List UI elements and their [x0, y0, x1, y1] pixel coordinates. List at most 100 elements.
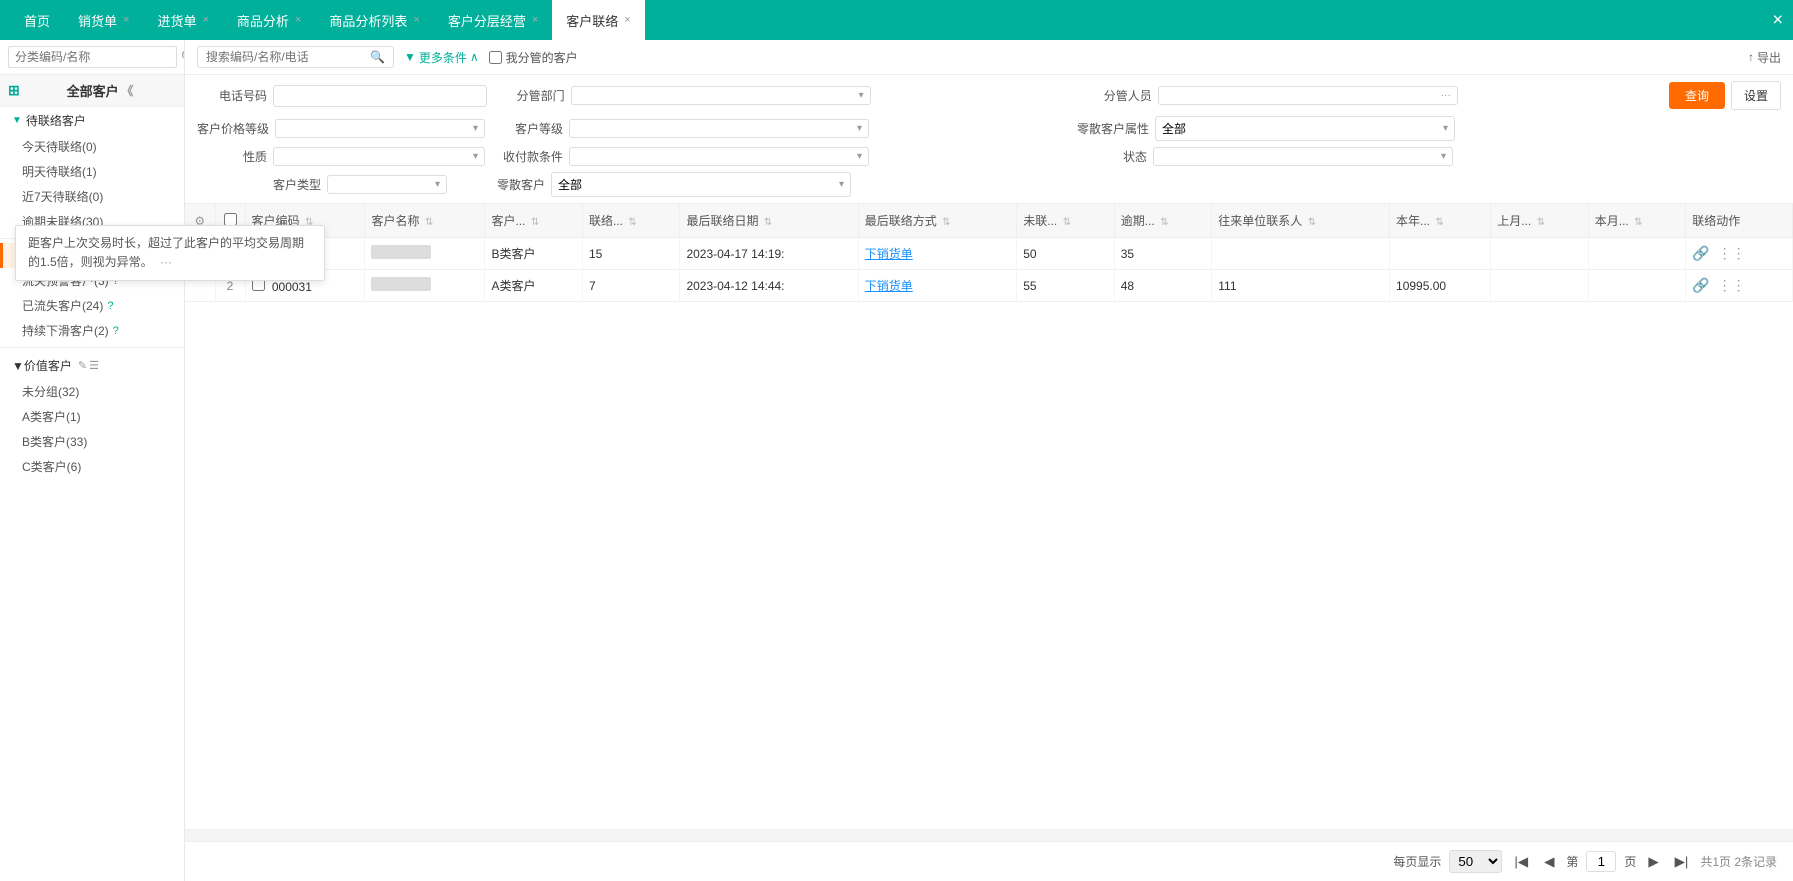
customer-type-select[interactable]: ▾	[327, 175, 447, 194]
contact-method-link[interactable]: 下销货单	[865, 247, 913, 261]
tab-customer-layered[interactable]: 客户分层经营 ×	[434, 0, 552, 40]
tab-purchase-order[interactable]: 进货单 ×	[143, 0, 222, 40]
sidebar-item-declining[interactable]: 持续下滑客户(2) ?	[0, 318, 184, 343]
filter-row-4: 客户类型 ▾ 零散客户 全部 ▾	[197, 172, 1781, 197]
sidebar-search-input[interactable]	[8, 46, 177, 68]
customer-name-blurred2	[371, 277, 431, 291]
query-button[interactable]: 查询	[1669, 82, 1725, 109]
status-field: 状态 ▾	[1077, 147, 1653, 166]
tab-sales-order[interactable]: 销货单 ×	[64, 0, 143, 40]
already-lost-help-icon[interactable]: ?	[107, 300, 113, 312]
export-button[interactable]: ↑ 导出	[1748, 49, 1781, 66]
status-select[interactable]: ▾	[1153, 147, 1453, 166]
row-last-contact-method2: 下销货单	[858, 270, 1017, 302]
row-customer-type: B类客户	[485, 238, 583, 270]
gender-select[interactable]: ▾	[273, 147, 485, 166]
edit-icon[interactable]: ✎	[78, 359, 87, 372]
link-action-icon[interactable]: 🔗	[1692, 245, 1709, 262]
my-customer-checkbox-area[interactable]: 我分管的客户	[489, 49, 578, 66]
select-all-checkbox[interactable]	[224, 213, 237, 226]
main-layout: 🔍 ⊞ 全部客户 《 ▼ 待联络客户 今天待联络(0) 明天待联络(1) 近7天…	[0, 40, 1793, 881]
dept-select[interactable]: ▾	[571, 86, 871, 105]
col-this-year: 本年... ⇅	[1390, 204, 1491, 238]
per-page-label: 每页显示	[1393, 853, 1441, 870]
sort-icon9[interactable]: ⇅	[1308, 217, 1316, 228]
sort-icon7[interactable]: ⇅	[1063, 217, 1071, 228]
window-close-button[interactable]: ×	[1772, 10, 1783, 31]
row-name	[365, 238, 485, 270]
row-last-month	[1491, 238, 1589, 270]
search-input[interactable]	[206, 50, 366, 64]
tab-close-icon[interactable]: ×	[413, 14, 419, 26]
tab-home[interactable]: 首页	[10, 0, 64, 40]
sidebar-collapse-button[interactable]: 《	[121, 82, 176, 99]
sort-icon2[interactable]: ⇅	[425, 217, 433, 228]
row-this-year	[1390, 238, 1491, 270]
more-action-icon2[interactable]: ⋮⋮	[1718, 277, 1746, 294]
sort-icon12[interactable]: ⇅	[1634, 217, 1642, 228]
tab-close-icon[interactable]: ×	[202, 14, 208, 26]
link-action-icon2[interactable]: 🔗	[1692, 277, 1709, 294]
last-page-button[interactable]: ▶|	[1671, 852, 1693, 872]
sort-icon11[interactable]: ⇅	[1537, 217, 1545, 228]
sidebar-item-unclassified[interactable]: 未分组(32)	[0, 379, 184, 404]
manager-select[interactable]: ···	[1158, 86, 1458, 105]
sort-icon5[interactable]: ⇅	[764, 217, 772, 228]
tab-close-icon[interactable]: ×	[295, 14, 301, 26]
sidebar-item-7days[interactable]: 近7天待联络(0)	[0, 184, 184, 209]
search-icon[interactable]: 🔍	[370, 50, 385, 64]
price-level-select[interactable]: ▾	[275, 119, 485, 138]
tab-product-analysis-list[interactable]: 商品分析列表 ×	[315, 0, 433, 40]
sidebar-item-tomorrow[interactable]: 明天待联络(1)	[0, 159, 184, 184]
retail-customer-select[interactable]: 全部 ▾	[551, 172, 851, 197]
tab-product-analysis[interactable]: 商品分析 ×	[223, 0, 315, 40]
filter-bar: 🔍 ▼ 更多条件 ∧ 我分管的客户 ↑ 导出	[185, 40, 1793, 75]
pending-contact-group[interactable]: ▼ 待联络客户	[0, 107, 184, 134]
more-conditions-button[interactable]: ▼ 更多条件 ∧	[404, 49, 479, 66]
sort-icon6[interactable]: ⇅	[942, 217, 950, 228]
value-customer-group[interactable]: ▼ 价值客户 ✎ ☰	[0, 352, 184, 379]
row-actions2: 🔗 ⋮⋮	[1686, 270, 1793, 302]
declining-help-icon[interactable]: ?	[113, 325, 119, 337]
sort-icon8[interactable]: ⇅	[1160, 217, 1168, 228]
sort-icon3[interactable]: ⇅	[531, 217, 539, 228]
tab-customer-contact[interactable]: 客户联络 ×	[552, 0, 644, 40]
next-page-button[interactable]: ▶	[1644, 852, 1662, 872]
tab-close-icon[interactable]: ×	[624, 14, 630, 26]
payment-select[interactable]: ▾	[569, 147, 869, 166]
phone-input[interactable]	[273, 85, 487, 107]
more-action-icon[interactable]: ⋮⋮	[1718, 245, 1746, 262]
page-input[interactable]	[1586, 851, 1616, 872]
table-row: 1 000039 B类客户 15 2023-04-17 14:19:	[185, 238, 1793, 270]
sort-icon10[interactable]: ⇅	[1435, 217, 1443, 228]
content-area: 🔍 ▼ 更多条件 ∧ 我分管的客户 ↑ 导出 电话号码	[185, 40, 1793, 881]
tab-close-icon[interactable]: ×	[123, 14, 129, 26]
sidebar-item-class-a[interactable]: A类客户(1)	[0, 404, 184, 429]
contact-method-link2[interactable]: 下销货单	[865, 279, 913, 293]
tooltip-more-icon[interactable]: ···	[160, 255, 172, 269]
row-contact-person	[1212, 238, 1390, 270]
row-contact-count2: 7	[582, 270, 680, 302]
chevron-down-icon6: ▾	[473, 151, 478, 162]
retail-attr-select[interactable]: 全部 ▾	[1155, 116, 1455, 141]
my-customer-checkbox[interactable]	[489, 51, 502, 64]
chevron-down-icon7: ▾	[857, 151, 862, 162]
per-page-select[interactable]: 50 100 200	[1449, 850, 1502, 873]
row-last-contact-date: 2023-04-17 14:19:	[680, 238, 858, 270]
sidebar-item-class-c[interactable]: C类客户(6)	[0, 454, 184, 479]
gender-field: 性质 ▾	[197, 147, 485, 166]
sidebar-item-class-b[interactable]: B类客户(33)	[0, 429, 184, 454]
all-customers-header: ⊞ 全部客户 《	[0, 75, 184, 107]
first-page-button[interactable]: |◀	[1510, 852, 1532, 872]
settings-button[interactable]: 设置	[1731, 81, 1781, 110]
sidebar-item-already-lost[interactable]: 已流失客户(24) ?	[0, 293, 184, 318]
customer-level-select[interactable]: ▾	[569, 119, 869, 138]
horizontal-scrollbar[interactable]	[185, 829, 1793, 841]
manage-icon[interactable]: ☰	[89, 359, 99, 372]
sort-icon4[interactable]: ⇅	[628, 217, 636, 228]
tab-close-icon[interactable]: ×	[532, 14, 538, 26]
prev-page-button[interactable]: ◀	[1540, 852, 1558, 872]
pagination-bar: 每页显示 50 100 200 |◀ ◀ 第 页 ▶ ▶| 共1页 2条记录	[185, 841, 1793, 881]
row-uncontacted2: 55	[1017, 270, 1115, 302]
sidebar-item-today[interactable]: 今天待联络(0)	[0, 134, 184, 159]
